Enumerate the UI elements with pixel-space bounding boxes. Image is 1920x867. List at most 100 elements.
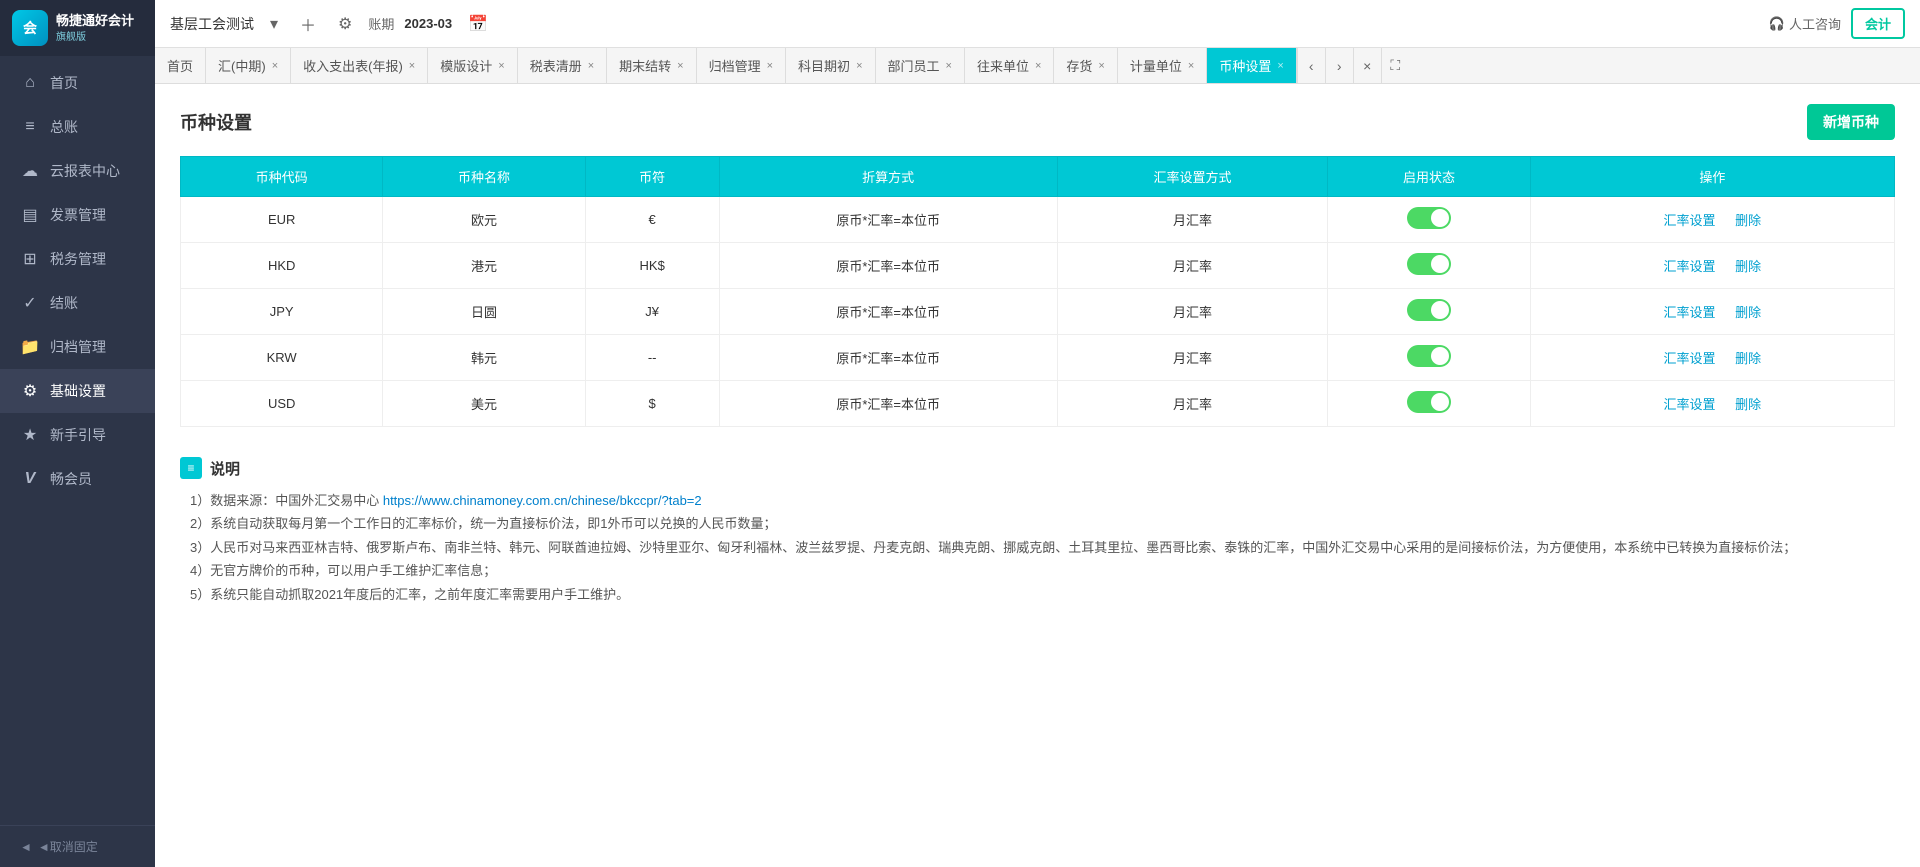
ledger-icon: ≡ [20, 117, 40, 137]
project-dropdown-icon[interactable]: ▾ [264, 12, 284, 36]
note-title: ≡ 说明 [180, 457, 1895, 479]
add-project-btn[interactable]: ＋ [294, 10, 322, 38]
note-item: 2）系统自动获取每月第一个工作日的汇率标价，统一为直接标价法，即1外币可以兑换的… [190, 512, 1895, 535]
delete-link[interactable]: 删除 [1735, 259, 1761, 274]
sidebar-item-member[interactable]: V 畅会员 [0, 457, 155, 501]
tab-template[interactable]: 模版设计 × [428, 48, 517, 84]
sidebar-item-ledger[interactable]: ≡ 总账 [0, 105, 155, 149]
tab-close-icon[interactable]: × [677, 60, 683, 72]
headset-icon: 🎧 [1769, 16, 1785, 32]
cell-actions: 汇率设置 删除 [1530, 289, 1894, 335]
status-toggle[interactable] [1407, 207, 1451, 229]
settings-gear-icon[interactable]: ⚙ [332, 12, 358, 36]
tab-period-end[interactable]: 期末结转 × [607, 48, 696, 84]
main-area: 基层工会测试 ▾ ＋ ⚙ 账期 2023-03 📅 🎧 人工咨询 会计 首页 汇… [155, 0, 1920, 867]
tab-close-icon[interactable]: × [1035, 60, 1041, 72]
calendar-icon[interactable]: 📅 [462, 12, 494, 36]
delete-link[interactable]: 删除 [1735, 351, 1761, 366]
tab-contacts[interactable]: 往来单位 × [965, 48, 1054, 84]
cell-code: USD [181, 381, 383, 427]
tab-close-icon[interactable]: × [588, 60, 594, 72]
sidebar-pin-toggle[interactable]: ◄ ◄取消固定 [0, 825, 155, 867]
member-icon: V [20, 469, 40, 489]
cell-actions: 汇率设置 删除 [1530, 335, 1894, 381]
status-toggle[interactable] [1407, 391, 1451, 413]
sidebar-item-tax[interactable]: ⊞ 税务管理 [0, 237, 155, 281]
tab-expand[interactable]: ⛶ [1381, 48, 1409, 84]
period-value: 2023-03 [404, 16, 452, 31]
cell-name: 港元 [383, 243, 585, 289]
tab-inventory[interactable]: 存货 × [1054, 48, 1117, 84]
topbar-right: 🎧 人工咨询 会计 [1769, 8, 1905, 39]
tabs-bar: 首页 汇(中期) × 收入支出表(年报) × 模版设计 × 税表清册 × 期末结… [155, 48, 1920, 84]
cell-symbol: HK$ [585, 243, 719, 289]
tab-dept-staff[interactable]: 部门员工 × [876, 48, 965, 84]
rate-setting-link[interactable]: 汇率设置 [1664, 397, 1716, 412]
cell-name: 韩元 [383, 335, 585, 381]
rate-setting-link[interactable]: 汇率设置 [1664, 259, 1716, 274]
tab-tax[interactable]: 税表清册 × [518, 48, 607, 84]
archive-icon: 📁 [20, 337, 40, 357]
note-icon: ≡ [180, 457, 202, 479]
cell-status [1328, 381, 1530, 427]
tab-close-icon[interactable]: × [767, 60, 773, 72]
consult-button[interactable]: 🎧 人工咨询 [1769, 14, 1841, 33]
rate-setting-link[interactable]: 汇率设置 [1664, 305, 1716, 320]
tab-close-icon[interactable]: × [1098, 60, 1104, 72]
tab-close-currency-icon[interactable]: × [1277, 60, 1283, 72]
note-item: 3）人民币对马来西亚林吉特、俄罗斯卢布、南非兰特、韩元、阿联酋迪拉姆、沙特里亚尔… [190, 536, 1895, 559]
invoice-icon: ▤ [20, 205, 40, 225]
tab-close-icon[interactable]: × [856, 60, 862, 72]
sidebar-label-checkout: 结账 [50, 293, 78, 313]
tab-archive[interactable]: 归档管理 × [697, 48, 786, 84]
sidebar-item-settings[interactable]: ⚙ 基础设置 [0, 369, 155, 413]
rate-setting-link[interactable]: 汇率设置 [1664, 351, 1716, 366]
home-icon: ⌂ [20, 73, 40, 93]
cell-symbol: -- [585, 335, 719, 381]
col-status: 启用状态 [1328, 157, 1530, 197]
tab-close-icon[interactable]: × [1188, 60, 1194, 72]
cell-rate-type: 月汇率 [1057, 335, 1328, 381]
tab-nav-left[interactable]: ‹ [1297, 48, 1325, 84]
tab-nav-right[interactable]: › [1325, 48, 1353, 84]
status-toggle[interactable] [1407, 253, 1451, 275]
tab-currency[interactable]: 币种设置 × [1207, 48, 1296, 84]
col-name: 币种名称 [383, 157, 585, 197]
tab-close-icon[interactable]: × [272, 60, 278, 72]
tab-close-icon[interactable]: × [946, 60, 952, 72]
page-title: 币种设置 [180, 109, 252, 135]
period-label: 账期 [368, 14, 394, 33]
sidebar-item-archive[interactable]: 📁 归档管理 [0, 325, 155, 369]
new-currency-button[interactable]: 新增币种 [1807, 104, 1895, 140]
delete-link[interactable]: 删除 [1735, 305, 1761, 320]
sidebar-item-guide[interactable]: ★ 新手引导 [0, 413, 155, 457]
tab-mid-report[interactable]: 汇(中期) × [206, 48, 291, 84]
status-toggle[interactable] [1407, 299, 1451, 321]
cell-rate-type: 月汇率 [1057, 197, 1328, 243]
sidebar-item-checkout[interactable]: ✓ 结账 [0, 281, 155, 325]
sidebar-item-reports[interactable]: ☁ 云报表中心 [0, 149, 155, 193]
delete-link[interactable]: 删除 [1735, 213, 1761, 228]
sidebar-nav: ⌂ 首页 ≡ 总账 ☁ 云报表中心 ▤ 发票管理 ⊞ 税务管理 ✓ 结账 📁 归… [0, 56, 155, 825]
sidebar-item-invoice[interactable]: ▤ 发票管理 [0, 193, 155, 237]
sidebar-label-member: 畅会员 [50, 469, 92, 489]
note-item: 5）系统只能自动抓取2021年度后的汇率，之前年度汇率需要用户手工维护。 [190, 583, 1895, 606]
tab-close-icon[interactable]: × [498, 60, 504, 72]
status-toggle[interactable] [1407, 345, 1451, 367]
rate-setting-link[interactable]: 汇率设置 [1664, 213, 1716, 228]
currency-table: 币种代码 币种名称 币符 折算方式 汇率设置方式 启用状态 操作 EUR 欧元 … [180, 156, 1895, 427]
note-link[interactable]: https://www.chinamoney.com.cn/chinese/bk… [383, 493, 702, 508]
delete-link[interactable]: 删除 [1735, 397, 1761, 412]
tab-annual-report[interactable]: 收入支出表(年报) × [291, 48, 428, 84]
tab-close-all[interactable]: × [1353, 48, 1381, 84]
col-actions: 操作 [1530, 157, 1894, 197]
cell-name: 欧元 [383, 197, 585, 243]
account-button[interactable]: 会计 [1851, 8, 1905, 39]
sidebar-item-home[interactable]: ⌂ 首页 [0, 61, 155, 105]
tab-close-icon[interactable]: × [409, 60, 415, 72]
tab-subject-init[interactable]: 科目期初 × [786, 48, 875, 84]
cell-method: 原币*汇率=本位币 [719, 335, 1057, 381]
tab-unit[interactable]: 计量单位 × [1118, 48, 1207, 84]
cell-rate-type: 月汇率 [1057, 381, 1328, 427]
tab-home[interactable]: 首页 [155, 48, 206, 84]
